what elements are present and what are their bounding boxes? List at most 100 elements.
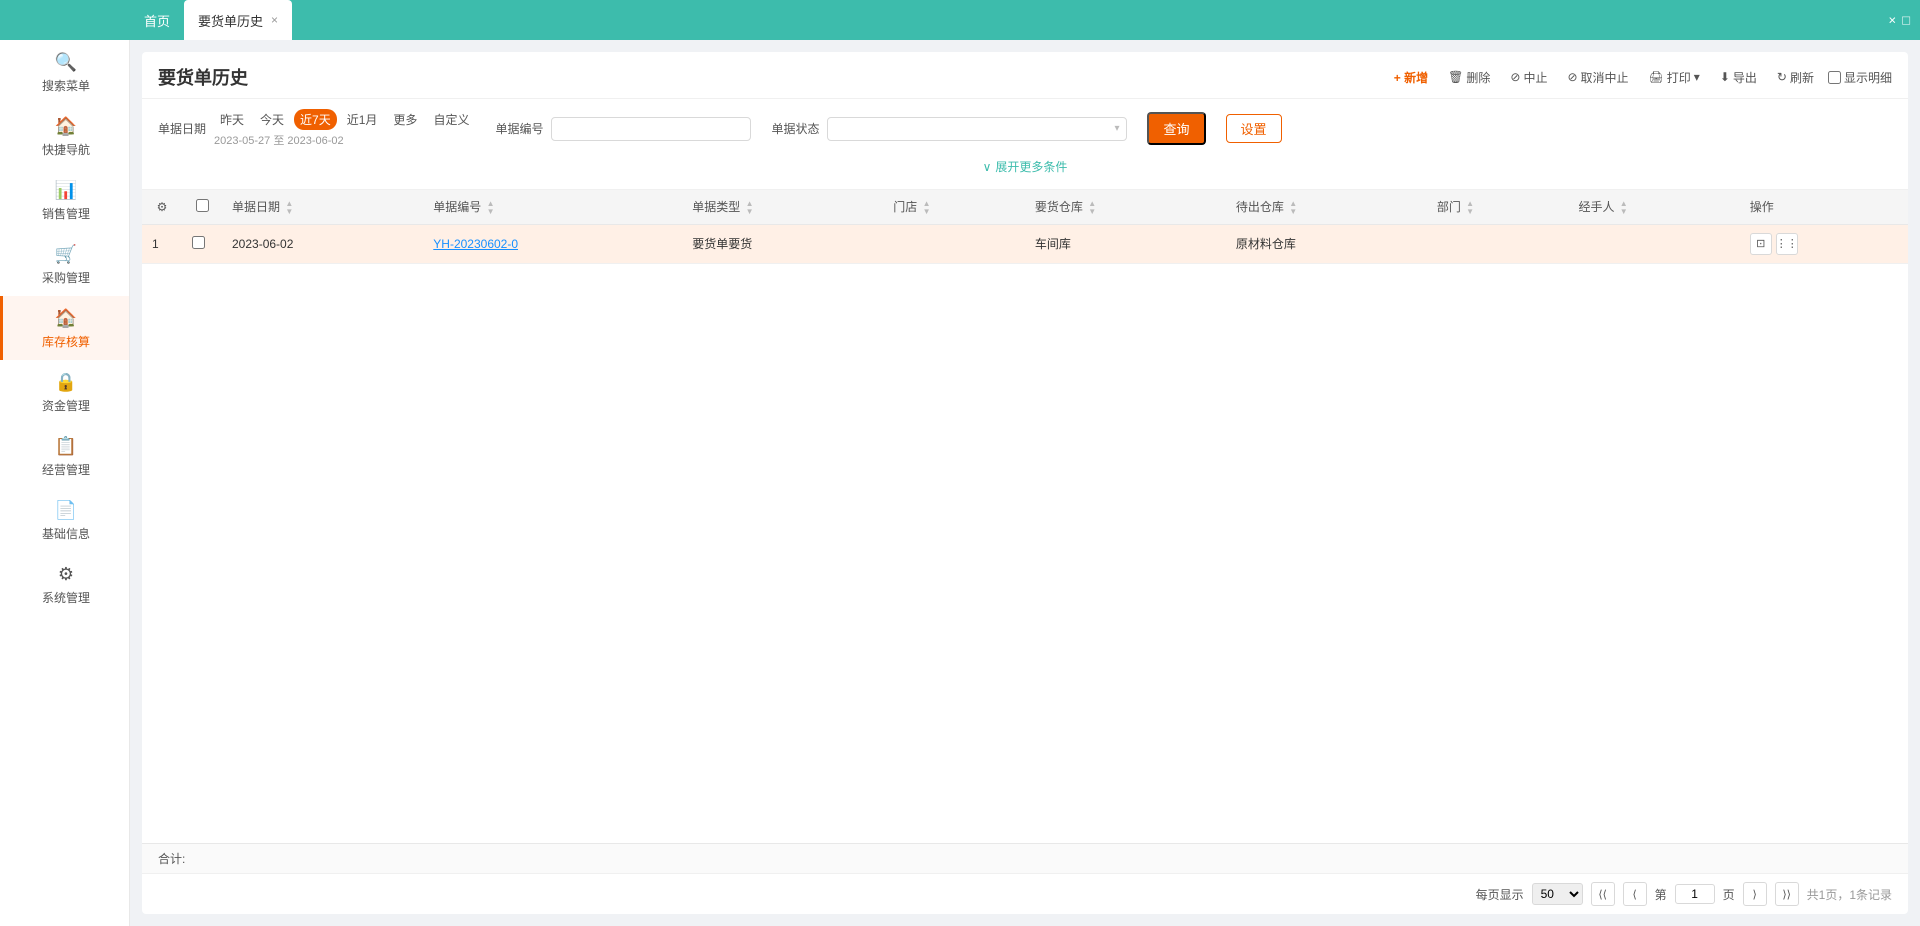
- total-records: 共1页，1条记录: [1807, 886, 1892, 903]
- new-button[interactable]: + 新增: [1388, 66, 1434, 89]
- display-detail-checkbox[interactable]: [1828, 71, 1841, 84]
- tab-requisition-history[interactable]: 要货单历史 ×: [184, 0, 292, 40]
- page-label: 第: [1655, 886, 1667, 903]
- expand-more-button[interactable]: ∨ 展开更多条件: [158, 154, 1892, 179]
- page-label-2: 页: [1723, 886, 1735, 903]
- col-handler[interactable]: 经手人 ▲▼: [1568, 190, 1739, 224]
- sidebar-item-operation-mgmt[interactable]: 📋 经营管理: [0, 424, 129, 488]
- summary-label: 合计:: [158, 852, 185, 866]
- export-button[interactable]: ⬇ 导出: [1714, 66, 1763, 89]
- row-doc-no: YH-20230602-0: [423, 224, 682, 263]
- first-page-button[interactable]: ⟨⟨: [1591, 882, 1615, 906]
- date-shortcuts-container: 昨天 今天 近7天 近1月 更多 自定义 2023-05-27 至 2023-0…: [214, 109, 475, 148]
- col-checkbox: [182, 190, 222, 224]
- query-button[interactable]: 查询: [1147, 112, 1205, 145]
- delete-icon: 🗑: [1448, 70, 1463, 84]
- doc-no-filter-label: 单据编号: [495, 120, 543, 137]
- date-shortcut-more[interactable]: 更多: [387, 109, 423, 130]
- status-input[interactable]: [827, 117, 1127, 141]
- tab-home[interactable]: 首页: [130, 0, 184, 40]
- sidebar-item-basic-info[interactable]: 📄 基础信息: [0, 488, 129, 552]
- col-doc-date[interactable]: 单据日期 ▲▼: [222, 190, 423, 224]
- page-card: 要货单历史 + 新增 🗑 删除 ⊘ 中止 ⊘ 取消中止: [142, 52, 1908, 914]
- last-page-button[interactable]: ⟩⟩: [1775, 882, 1799, 906]
- sidebar-item-purchase-mgmt[interactable]: 🛒 采购管理: [0, 232, 129, 296]
- delete-button[interactable]: 🗑 删除: [1442, 66, 1496, 89]
- row-view-button[interactable]: ⊡: [1750, 233, 1772, 255]
- col-req-warehouse[interactable]: 要货仓库 ▲▼: [1025, 190, 1226, 224]
- refresh-button[interactable]: ↻ 刷新: [1771, 66, 1820, 89]
- data-table: ⚙ 单据日期 ▲▼ 单据编号 ▲▼ 单据类型 ▲▼: [142, 190, 1908, 264]
- doc-no-link[interactable]: YH-20230602-0: [433, 237, 518, 251]
- page-header: 要货单历史 + 新增 🗑 删除 ⊘ 中止 ⊘ 取消中止: [142, 52, 1908, 99]
- table-footer-summary: 合计:: [142, 843, 1908, 873]
- date-shortcut-today[interactable]: 今天: [254, 109, 290, 130]
- export-icon: ⬇: [1720, 70, 1730, 84]
- row-actions: ⊡ ⋮⋮: [1740, 224, 1908, 263]
- date-range-display: 2023-05-27 至 2023-06-02: [214, 132, 475, 148]
- print-icon: 🖨: [1649, 70, 1664, 84]
- date-shortcuts: 昨天 今天 近7天 近1月 更多 自定义: [214, 109, 475, 130]
- prev-page-button[interactable]: ⟨: [1623, 882, 1647, 906]
- col-doc-no[interactable]: 单据编号 ▲▼: [423, 190, 682, 224]
- doc-no-input[interactable]: [551, 117, 751, 141]
- date-shortcut-7days[interactable]: 近7天: [294, 109, 337, 130]
- date-shortcut-yesterday[interactable]: 昨天: [214, 109, 250, 130]
- sales-mgmt-icon: 📊: [55, 180, 77, 201]
- select-all-checkbox[interactable]: [196, 199, 209, 212]
- sidebar-item-inventory[interactable]: 🏠 库存核算: [0, 296, 129, 360]
- tab-close-icon[interactable]: ×: [271, 13, 278, 27]
- settings-button[interactable]: 设置: [1226, 114, 1282, 143]
- content-area: 要货单历史 + 新增 🗑 删除 ⊘ 中止 ⊘ 取消中止: [130, 40, 1920, 926]
- cancel-stop-button[interactable]: ⊘ 取消中止: [1561, 66, 1634, 89]
- col-doc-type[interactable]: 单据类型 ▲▼: [682, 190, 883, 224]
- per-page-select[interactable]: 20 50 100: [1532, 883, 1583, 905]
- table-container: ⚙ 单据日期 ▲▼ 单据编号 ▲▼ 单据类型 ▲▼: [142, 190, 1908, 843]
- purchase-mgmt-icon: 🛒: [55, 244, 77, 265]
- pagination-bar: 每页显示 20 50 100 ⟨⟨ ⟨ 第 页 ⟩ ⟩⟩ 共1页，1条记录: [142, 873, 1908, 914]
- finance-mgmt-icon: 🔒: [55, 372, 77, 393]
- filter-row: 单据日期 昨天 今天 近7天 近1月 更多 自定义 2023-05-27 至 2…: [158, 109, 1892, 148]
- cancel-stop-icon: ⊘: [1567, 70, 1577, 84]
- window-minimize-icon[interactable]: □: [1902, 13, 1910, 28]
- col-settings[interactable]: ⚙: [142, 190, 182, 224]
- row-select-checkbox[interactable]: [192, 236, 205, 249]
- sidebar-item-system-mgmt[interactable]: ⚙ 系统管理: [0, 552, 129, 616]
- row-doc-date: 2023-06-02: [222, 224, 423, 263]
- col-store[interactable]: 门店 ▲▼: [883, 190, 1025, 224]
- date-shortcut-custom[interactable]: 自定义: [427, 109, 475, 130]
- expand-more-icon: ∨: [983, 160, 992, 174]
- basic-info-icon: 📄: [55, 500, 77, 521]
- page-input[interactable]: [1675, 884, 1715, 904]
- per-page-label: 每页显示: [1476, 886, 1524, 903]
- date-shortcut-1month[interactable]: 近1月: [341, 109, 384, 130]
- display-detail-button[interactable]: 显示明细: [1828, 69, 1892, 86]
- row-more-button[interactable]: ⋮⋮: [1776, 233, 1798, 255]
- operation-mgmt-icon: 📋: [55, 436, 77, 457]
- table-header-row: ⚙ 单据日期 ▲▼ 单据编号 ▲▼ 单据类型 ▲▼: [142, 190, 1908, 224]
- stop-icon: ⊘: [1510, 70, 1520, 84]
- sidebar-item-finance-mgmt[interactable]: 🔒 资金管理: [0, 360, 129, 424]
- sidebar: 🔍 搜索菜单 🏠 快捷导航 📊 销售管理 🛒 采购管理 🏠 库存核算 🔒 资金管…: [0, 40, 130, 926]
- col-pending-warehouse[interactable]: 待出仓库 ▲▼: [1226, 190, 1427, 224]
- row-pending-warehouse: 原材料仓库: [1226, 224, 1427, 263]
- date-filter-label: 单据日期: [158, 120, 206, 137]
- row-department: [1427, 224, 1569, 263]
- status-filter-group: 单据状态 ▾: [771, 117, 1127, 141]
- row-req-warehouse: 车间库: [1025, 224, 1226, 263]
- sidebar-item-search-menu[interactable]: 🔍 搜索菜单: [0, 40, 129, 104]
- row-doc-type: 要货单要货: [682, 224, 883, 263]
- col-department[interactable]: 部门 ▲▼: [1427, 190, 1569, 224]
- print-button[interactable]: 🖨 打印 ▾: [1643, 66, 1706, 89]
- system-mgmt-icon: ⚙: [58, 564, 74, 585]
- header-actions: + 新增 🗑 删除 ⊘ 中止 ⊘ 取消中止 🖨 打: [1388, 66, 1892, 89]
- stop-button[interactable]: ⊘ 中止: [1504, 66, 1553, 89]
- sidebar-item-quick-nav[interactable]: 🏠 快捷导航: [0, 104, 129, 168]
- window-close-icon[interactable]: ×: [1889, 13, 1897, 28]
- date-filter-group: 单据日期 昨天 今天 近7天 近1月 更多 自定义 2023-05-27 至 2…: [158, 109, 475, 148]
- search-menu-icon: 🔍: [55, 52, 77, 73]
- next-page-button[interactable]: ⟩: [1743, 882, 1767, 906]
- inventory-icon: 🏠: [55, 308, 77, 329]
- print-dropdown-icon: ▾: [1694, 70, 1700, 84]
- sidebar-item-sales-mgmt[interactable]: 📊 销售管理: [0, 168, 129, 232]
